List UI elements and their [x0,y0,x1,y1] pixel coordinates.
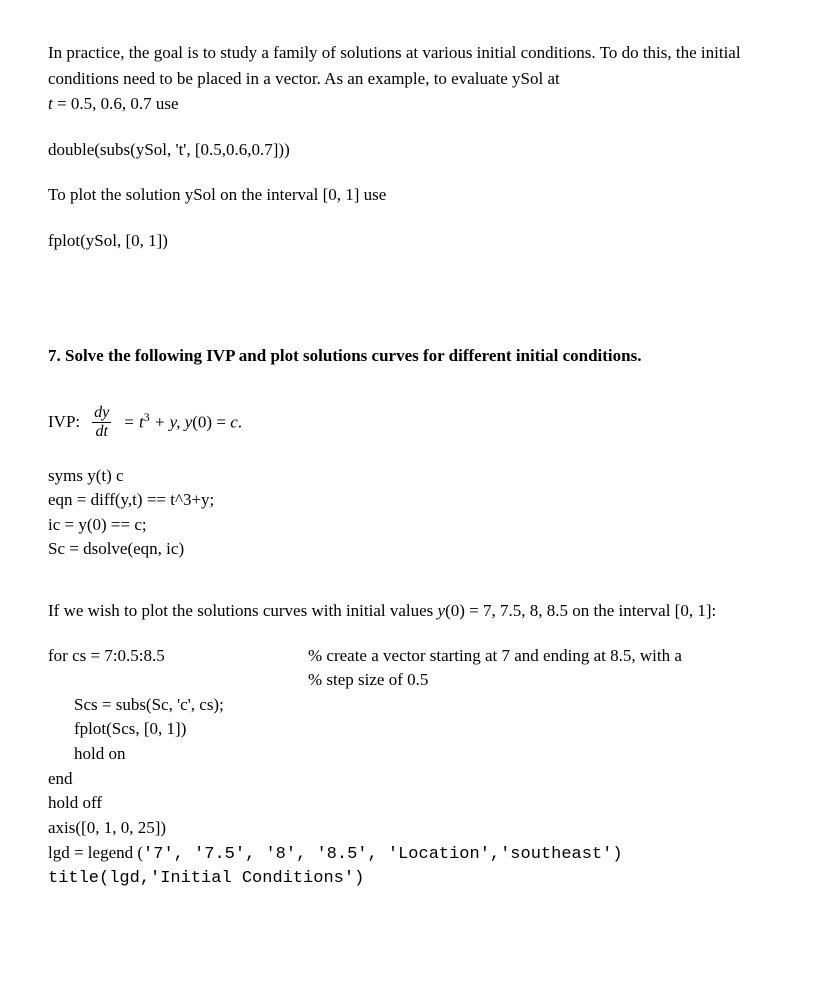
code-syms: syms y(t) c [48,464,791,489]
intro-paragraph-1: In practice, the goal is to study a fami… [48,40,791,117]
code-fplot: fplot(Scs, [0, 1]) [74,717,791,742]
ivp-label: IVP: [48,409,80,435]
fraction-dydt: dy dt [92,405,111,440]
code-title: title(lgd,'Initial Conditions') [48,867,791,892]
q7-heading: 7. Solve the following IVP and plot solu… [48,343,791,369]
frac-numerator: dy [92,405,111,421]
code-hold-off: hold off [48,791,791,816]
q7-paragraph-curves: If we wish to plot the solutions curves … [48,598,791,624]
code-hold-on: hold on [74,742,791,767]
ivp-rest: = t3 + y, y(0) = c. [123,409,242,435]
intro-code-2: fplot(ySol, [0, 1]) [48,228,791,254]
code-ic: ic = y(0) == c; [48,513,791,538]
document-body: In practice, the goal is to study a fami… [48,40,791,892]
intro-p1-rest: = 0.5, 0.6, 0.7 use [53,94,179,113]
q7-code-block-2: for cs = 7:0.5:8.5 % create a vector sta… [48,644,791,892]
for-statement: for cs = 7:0.5:8.5 [48,644,308,669]
code-end: end [48,767,791,792]
ivp-equation: IVP: dy dt = t3 + y, y(0) = c. [48,405,791,440]
q7-code-block-1: syms y(t) c eqn = diff(y,t) == t^3+y; ic… [48,464,791,563]
intro-paragraph-2: To plot the solution ySol on the interva… [48,182,791,208]
code-legend: lgd = legend ('7', '7.5', '8', '8.5', 'L… [48,841,791,868]
frac-denominator: dt [93,424,109,440]
code-eqn: eqn = diff(y,t) == t^3+y; [48,488,791,513]
intro-p1-text: In practice, the goal is to study a fami… [48,43,741,88]
code-axis: axis([0, 1, 0, 25]) [48,816,791,841]
intro-code-1: double(subs(ySol, 't', [0.5,0.6,0.7])) [48,137,791,163]
code-subs: Scs = subs(Sc, 'c', cs); [74,693,791,718]
for-loop-header-row: for cs = 7:0.5:8.5 % create a vector sta… [48,644,791,693]
code-dsolve: Sc = dsolve(eqn, ic) [48,537,791,562]
for-comment: % create a vector starting at 7 and endi… [308,644,791,693]
